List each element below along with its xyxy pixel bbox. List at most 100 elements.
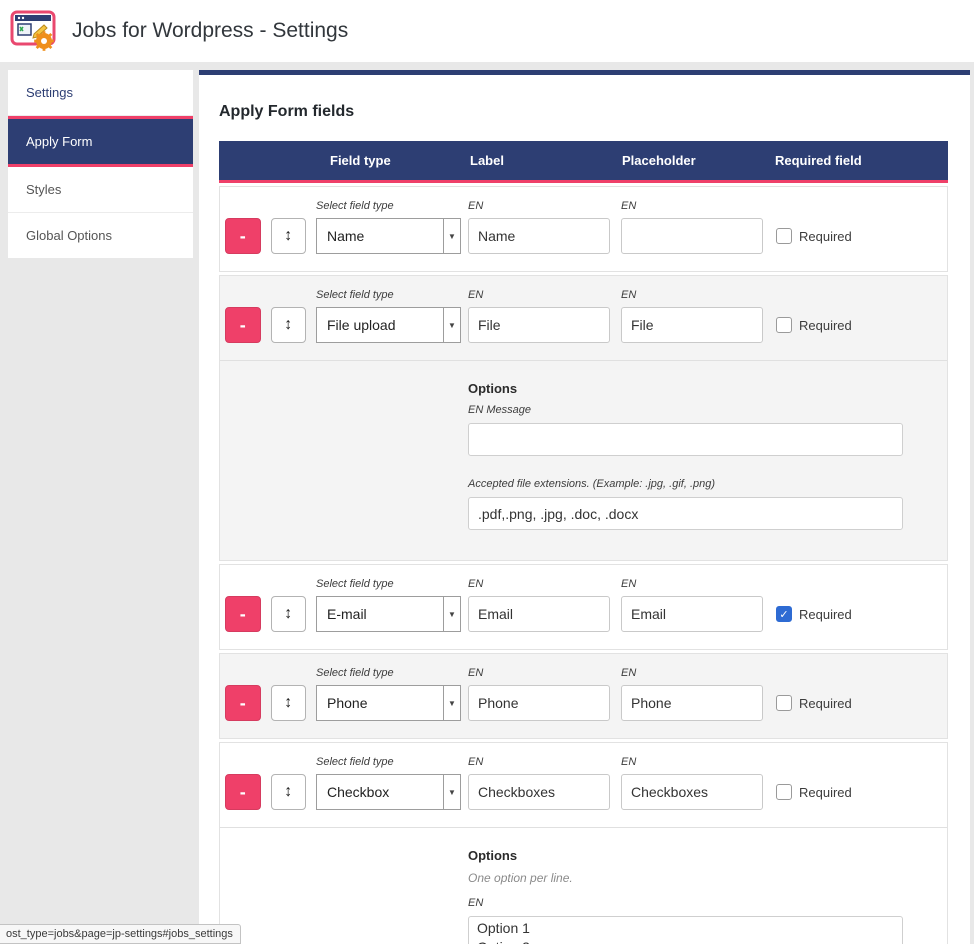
label-input[interactable] — [468, 218, 610, 254]
app-header: Jobs for Wordpress - Settings — [0, 0, 974, 62]
settings-content: Apply Form fields Field type Label Place… — [199, 70, 970, 944]
sidebar-item-apply-form[interactable]: Apply Form — [8, 116, 193, 167]
sort-field-button[interactable]: ↕ — [270, 774, 306, 810]
placeholder-input[interactable] — [621, 218, 763, 254]
required-checkbox[interactable]: ✓ — [776, 784, 792, 800]
field-type-value: E-mail — [327, 606, 367, 622]
placeholder-lang-hint: EN — [621, 200, 637, 212]
column-label: Label — [470, 153, 504, 168]
label-input[interactable] — [468, 307, 610, 343]
required-checkbox[interactable]: ✓ — [776, 695, 792, 711]
required-checkbox[interactable]: ✓ — [776, 228, 792, 244]
label-input[interactable] — [468, 774, 610, 810]
required-label: Required — [799, 606, 852, 622]
remove-field-button[interactable]: - — [225, 685, 261, 721]
checkbox-options: Options One option per line. EN Option 1… — [220, 827, 947, 944]
field-type-value: File upload — [327, 317, 396, 333]
placeholder-input[interactable] — [621, 596, 763, 632]
label-input[interactable] — [468, 685, 610, 721]
placeholder-input[interactable] — [621, 774, 763, 810]
required-checkbox[interactable]: ✓ — [776, 606, 792, 622]
sort-field-button[interactable]: ↕ — [270, 596, 306, 632]
required-label: Required — [799, 695, 852, 711]
dropdown-arrow-icon: ▼ — [443, 775, 460, 809]
required-label: Required — [799, 784, 852, 800]
label-lang-hint: EN — [468, 578, 484, 590]
message-label: EN Message — [468, 404, 531, 416]
column-required-field: Required field — [775, 153, 862, 168]
placeholder-lang-hint: EN — [621, 578, 637, 590]
label-lang-hint: EN — [468, 756, 484, 768]
sort-field-button[interactable]: ↕ — [270, 218, 306, 254]
field-type-hint: Select field type — [316, 578, 394, 590]
section-heading: Apply Form fields — [219, 103, 355, 120]
options-textarea[interactable]: Option 1 Option 2 Option 3 — [468, 916, 903, 944]
field-row-email: - ↕ Select field type E-mail ▼ EN EN — [219, 564, 948, 650]
sidebar-item-settings[interactable]: Settings — [8, 70, 193, 116]
remove-field-button[interactable]: - — [225, 596, 261, 632]
extensions-label: Accepted file extensions. (Example: .jpg… — [468, 478, 716, 490]
row-actions: - ↕ — [220, 218, 316, 254]
options-title: Options — [468, 381, 518, 396]
placeholder-input[interactable] — [621, 685, 763, 721]
column-placeholder: Placeholder — [622, 153, 696, 168]
options-title: Options — [468, 848, 518, 863]
placeholder-input[interactable] — [621, 307, 763, 343]
label-input[interactable] — [468, 596, 610, 632]
column-field-type: Field type — [330, 153, 391, 168]
check-icon: ✓ — [779, 608, 789, 621]
placeholder-lang-hint: EN — [621, 667, 637, 679]
remove-field-button[interactable]: - — [225, 307, 261, 343]
label-lang-hint: EN — [468, 200, 484, 212]
extensions-input[interactable] — [468, 497, 903, 530]
placeholder-lang-hint: EN — [621, 756, 637, 768]
sidebar-item-global-options[interactable]: Global Options — [8, 213, 193, 258]
row-actions: - ↕ — [220, 774, 316, 810]
sidebar-item-styles[interactable]: Styles — [8, 167, 193, 213]
field-type-hint: Select field type — [316, 667, 394, 679]
dropdown-arrow-icon: ▼ — [443, 686, 460, 720]
field-type-value: Checkbox — [327, 784, 390, 800]
layout: Settings Apply Form Styles Global Option… — [0, 62, 974, 944]
label-lang-hint: EN — [468, 289, 484, 301]
field-type-hint: Select field type — [316, 756, 394, 768]
sort-field-button[interactable]: ↕ — [270, 307, 306, 343]
required-checkbox[interactable]: ✓ — [776, 317, 792, 333]
options-subhint: One option per line. — [468, 871, 573, 885]
label-lang-hint: EN — [468, 667, 484, 679]
row-actions: - ↕ — [220, 307, 316, 343]
field-type-select[interactable]: Name ▼ — [316, 218, 461, 254]
field-type-select[interactable]: Phone ▼ — [316, 685, 461, 721]
remove-field-button[interactable]: - — [225, 774, 261, 810]
file-upload-options: Options EN Message Accepted file extensi… — [220, 360, 947, 560]
field-type-value: Name — [327, 228, 365, 244]
sort-field-button[interactable]: ↕ — [270, 685, 306, 721]
placeholder-lang-hint: EN — [621, 289, 637, 301]
dropdown-arrow-icon: ▼ — [443, 219, 460, 253]
message-input[interactable] — [468, 423, 903, 456]
table-header: Field type Label Placeholder Required fi… — [219, 141, 948, 183]
row-actions: - ↕ — [220, 596, 316, 632]
options-lang-hint: EN — [468, 897, 484, 909]
column-actions — [219, 141, 315, 180]
required-label: Required — [799, 317, 852, 333]
field-row-file-upload: - ↕ Select field type File upload ▼ EN E… — [219, 275, 948, 561]
field-row-phone: - ↕ Select field type Phone ▼ EN EN — [219, 653, 948, 739]
row-actions: - ↕ — [220, 685, 316, 721]
field-type-select[interactable]: File upload ▼ — [316, 307, 461, 343]
dropdown-arrow-icon: ▼ — [443, 597, 460, 631]
status-bar-url: ost_type=jobs&page=jp-settings#jobs_sett… — [0, 924, 241, 944]
required-label: Required — [799, 228, 852, 244]
field-type-select[interactable]: E-mail ▼ — [316, 596, 461, 632]
plugin-logo-icon — [10, 10, 56, 51]
remove-field-button[interactable]: - — [225, 218, 261, 254]
page-title: Jobs for Wordpress - Settings — [72, 19, 349, 42]
field-type-hint: Select field type — [316, 200, 394, 212]
field-type-value: Phone — [327, 695, 368, 711]
dropdown-arrow-icon: ▼ — [443, 308, 460, 342]
field-row-checkbox: - ↕ Select field type Checkbox ▼ EN EN — [219, 742, 948, 944]
field-row-name: - ↕ Select field type Name ▼ EN EN — [219, 186, 948, 272]
settings-sidebar: Settings Apply Form Styles Global Option… — [8, 70, 193, 258]
field-type-hint: Select field type — [316, 289, 394, 301]
field-type-select[interactable]: Checkbox ▼ — [316, 774, 461, 810]
